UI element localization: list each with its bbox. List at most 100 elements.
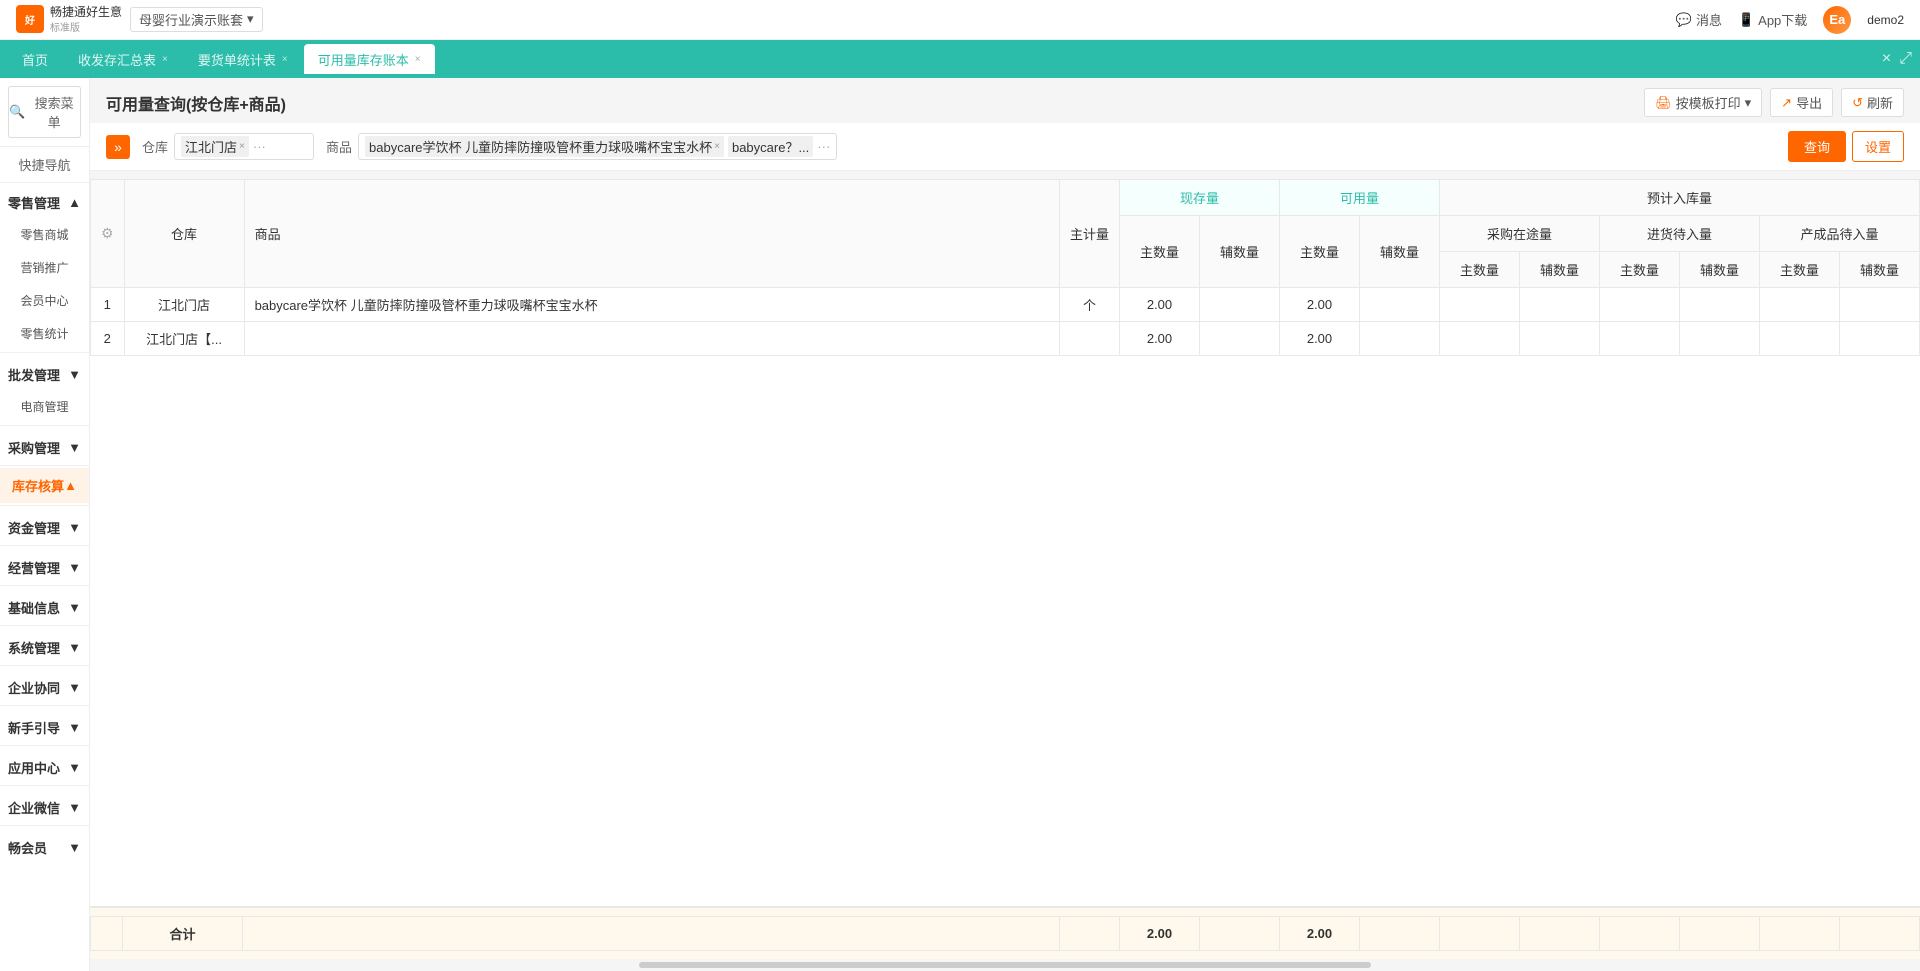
bottom-scrollbar[interactable] [90,959,1920,971]
product-tag-container[interactable]: babycare学饮杯 儿童防摔防撞吸管杯重力球吸嘴杯宝宝水杯 × babyca… [358,133,837,160]
chevron-icon6: ▼ [68,560,81,575]
cell-warehouse: 江北门店 [124,288,244,322]
sidebar: 🔍 搜索菜单 快捷导航 零售管理 ▲ 零售商城 营销推广 会员中心 零售统计 批… [0,78,90,971]
sidebar-item-retail-stats[interactable]: 零售统计 [0,317,89,350]
sidebar-group-wholesale-header[interactable]: 批发管理 ▼ [0,355,89,390]
table-row: 2 江北门店【... 2.00 2.00 [91,322,1920,356]
sidebar-group-retail-header[interactable]: 零售管理 ▲ [0,183,89,218]
app-download-action[interactable]: 📱 App下载 [1738,10,1807,29]
sidebar-group-wechat-header[interactable]: 企业微信 ▼ [0,788,89,823]
export-label: 导出 [1796,93,1822,112]
warehouse-tag-container[interactable]: 江北门店 × ··· [174,133,314,160]
th-settings[interactable]: ⚙ [91,180,125,288]
sidebar-group-system-header[interactable]: 系统管理 ▼ [0,628,89,663]
table-row: 1 江北门店 babycare学饮杯 儿童防摔防撞吸管杯重力球吸嘴杯宝宝水杯 个… [91,288,1920,322]
tab-stock-summary-close[interactable]: × [162,54,168,65]
warehouse-tag-close[interactable]: × [239,141,245,152]
filter-row: » 仓库 江北门店 × ··· 商品 babycare学饮杯 儿童防摔防撞吸管杯… [90,123,1920,171]
th-purchase-main: 主数量 [1440,252,1520,288]
refresh-icon: ↺ [1852,95,1863,111]
sidebar-item-inventory[interactable]: 库存核算 ▲ [0,468,89,503]
industry-label: 母婴行业演示账套 [139,10,243,29]
sidebar-quick-nav[interactable]: 快捷导航 [0,147,89,183]
sidebar-group-vip-header[interactable]: 畅会员 ▼ [0,828,89,863]
page-title: 可用量查询(按仓库+商品) [106,91,286,115]
chevron-down-icon: ▾ [247,11,254,27]
sidebar-group-collab-header[interactable]: 企业协同 ▼ [0,668,89,703]
product-tag-2: babycare？... [728,136,813,157]
logo-icon: 好 [16,5,44,33]
chevron-icon8: ▼ [68,640,81,655]
th-incoming-sub-group: 进货待入量 [1600,216,1760,252]
tab-order-stats-close[interactable]: × [282,54,288,65]
chevron-icon5: ▼ [68,520,81,535]
tab-stock-summary[interactable]: 收发存汇总表 × [64,44,182,74]
cell-purchase-main [1440,288,1520,322]
close-all-tabs-icon[interactable]: × [1882,50,1891,68]
warehouse-ellipsis: ··· [253,139,266,154]
page-header: 可用量查询(按仓库+商品) 🖨 按模板打印 ▾ ↗ 导出 ↺ 刷新 [90,78,1920,123]
header-left: 好 畅捷通好生意 标准版 母婴行业演示账套 ▾ [16,5,263,34]
cell-warehouse: 江北门店【... [124,322,244,356]
sidebar-group-purchase-header[interactable]: 采购管理 ▼ [0,428,89,463]
chevron-icon7: ▼ [68,600,81,615]
search-menu-button[interactable]: 🔍 搜索菜单 [8,86,81,138]
sidebar-group-basic-header[interactable]: 基础信息 ▼ [0,588,89,623]
search-icon: 🔍 [9,104,25,120]
summary-label: 合计 [123,917,243,951]
app-download-label: App下载 [1758,10,1807,29]
sidebar-group-apps-header[interactable]: 应用中心 ▼ [0,748,89,783]
tab-home[interactable]: 首页 [8,44,62,74]
cell-stock-main: 2.00 [1120,288,1200,322]
message-action[interactable]: 💬 消息 [1676,10,1722,29]
tab-order-stats[interactable]: 要货单统计表 × [184,44,302,74]
filter-toggle[interactable]: » [106,135,130,159]
tab-available-stock[interactable]: 可用量库存账本 × [304,44,435,74]
sidebar-group-retail: 零售管理 ▲ 零售商城 营销推广 会员中心 零售统计 [0,183,89,350]
nav-tabs: 首页 收发存汇总表 × 要货单统计表 × 可用量库存账本 × × ⤢ [0,40,1920,78]
th-production-sub: 辅数量 [1840,252,1920,288]
table-container[interactable]: ⚙ 仓库 商品 主计量 现存量 可用量 预计入库量 主数量 辅数量 主数量 辅数… [90,179,1920,906]
cell-purchase-sub [1520,322,1600,356]
th-production-group: 产成品待入量 [1760,216,1920,252]
product-tag-1-close[interactable]: × [714,141,720,152]
username[interactable]: demo2 [1867,13,1904,27]
cell-available-sub [1360,288,1440,322]
avatar[interactable]: Ea [1823,6,1851,34]
th-available-group: 可用量 [1280,180,1440,216]
maximize-icon[interactable]: ⤢ [1899,50,1912,68]
cell-index: 1 [91,288,125,322]
th-stock-group: 现存量 [1120,180,1280,216]
cell-production-main [1760,322,1840,356]
chevron-icon4: ▲ [64,478,77,493]
print-button[interactable]: 🖨 按模板打印 ▾ [1644,88,1762,117]
warehouse-label: 仓库 [142,137,168,156]
summary-stock-main: 2.00 [1120,917,1200,951]
warehouse-filter: 仓库 江北门店 × ··· [142,133,314,160]
settings-button[interactable]: 设置 [1852,131,1904,162]
th-purchase-sub: 辅数量 [1520,252,1600,288]
industry-selector[interactable]: 母婴行业演示账套 ▾ [130,7,263,32]
query-button[interactable]: 查询 [1788,131,1846,162]
gear-icon[interactable]: ⚙ [101,225,114,241]
chevron-icon11: ▼ [68,760,81,775]
export-button[interactable]: ↗ 导出 [1770,88,1833,117]
refresh-button[interactable]: ↺ 刷新 [1841,88,1904,117]
sidebar-group-guide-header[interactable]: 新手引导 ▼ [0,708,89,743]
cell-index: 2 [91,322,125,356]
warehouse-tag: 江北门店 × [181,136,249,157]
sidebar-item-member[interactable]: 会员中心 [0,284,89,317]
summary-row: 合计 2.00 2.00 [91,917,1920,951]
sidebar-item-retail-mall[interactable]: 零售商城 [0,218,89,251]
tab-available-stock-close[interactable]: × [415,54,421,65]
sidebar-group-finance-header[interactable]: 资金管理 ▼ [0,508,89,543]
sidebar-item-ecommerce[interactable]: 电商管理 [0,390,89,423]
sidebar-item-marketing[interactable]: 营销推广 [0,251,89,284]
th-available-main: 主数量 [1280,216,1360,288]
sidebar-group-ops-header[interactable]: 经营管理 ▼ [0,548,89,583]
chevron-icon13: ▼ [68,840,81,855]
cell-available-sub [1360,322,1440,356]
inventory-table: ⚙ 仓库 商品 主计量 现存量 可用量 预计入库量 主数量 辅数量 主数量 辅数… [90,179,1920,356]
th-unit: 主计量 [1059,180,1119,288]
logo-area: 好 畅捷通好生意 标准版 [16,5,122,34]
